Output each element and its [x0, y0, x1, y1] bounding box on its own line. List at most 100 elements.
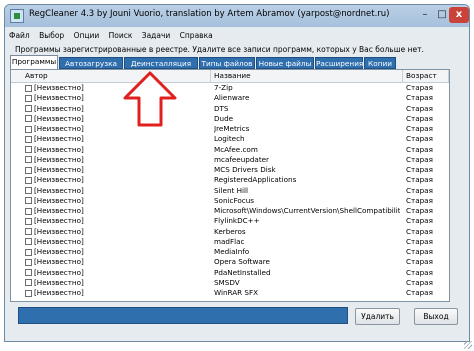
exit-button[interactable]: Выход — [414, 308, 458, 325]
table-row[interactable]: [Неизвестно] Opera Software Старая — [11, 257, 449, 267]
table-row[interactable]: [Неизвестно] WinRAR SFX Старая — [11, 288, 449, 298]
cell-author: [Неизвестно] — [34, 83, 84, 92]
table-row[interactable]: [Неизвестно] SonicFocus Старая — [11, 196, 449, 206]
tab-programs[interactable]: Программы — [10, 55, 58, 69]
cell-author: [Неизвестно] — [34, 134, 84, 144]
tab-new-files[interactable]: Новые файлы — [256, 57, 314, 69]
cell-name: RegisteredApplications — [214, 175, 297, 185]
cell-name: WinRAR SFX — [214, 288, 259, 297]
menu-options[interactable]: Опции — [74, 31, 100, 40]
table-row[interactable]: [Неизвестно] Logitech Старая — [11, 134, 449, 144]
up-arrow-icon — [123, 71, 177, 127]
tab-file-types[interactable]: Типы файлов — [199, 57, 255, 69]
row-checkbox[interactable] — [25, 125, 32, 133]
row-checkbox[interactable] — [25, 207, 32, 215]
table-row[interactable]: [Неизвестно] mcafeeupdater Старая — [11, 155, 449, 165]
table-row[interactable]: [Неизвестно] RegisteredApplications Старая — [11, 175, 449, 185]
menu-file[interactable]: Файл — [9, 31, 30, 40]
row-checkbox[interactable] — [25, 238, 32, 246]
minimize-button[interactable]: – — [416, 7, 434, 23]
row-checkbox[interactable] — [25, 146, 32, 153]
cell-age: Старая — [406, 226, 433, 236]
cell-age: Старая — [406, 113, 433, 123]
cell-name: Microsoft\Windows\CurrentVersion\ShellCo… — [214, 206, 400, 215]
column-age[interactable]: Возраст — [403, 70, 449, 82]
info-text: Программы зарегистрированные в реестре. … — [15, 45, 424, 54]
table-row[interactable]: [Неизвестно] madFlac Старая — [11, 237, 449, 247]
row-checkbox[interactable] — [25, 156, 32, 164]
tab-backups[interactable]: Копии — [364, 57, 396, 69]
table-row[interactable]: [Неизвестно] FlylinkDC++ Старая — [11, 216, 449, 226]
cell-age: Старая — [406, 288, 433, 297]
row-checkbox[interactable] — [25, 176, 32, 184]
cell-age: Старая — [406, 83, 433, 92]
cell-name: madFlac — [214, 236, 245, 246]
menu-select[interactable]: Выбор — [39, 31, 64, 40]
cell-name: Opera Software — [214, 257, 270, 267]
list-rows: [Неизвестно] 7-Zip Старая [Неизвестно] Alien… — [11, 83, 449, 298]
delete-button[interactable]: Удалить — [355, 308, 400, 325]
row-checkbox[interactable] — [25, 197, 32, 205]
cell-name: Kerberos — [214, 226, 246, 236]
table-row[interactable]: [Неизвестно] DTS Старая — [11, 104, 449, 114]
table-row[interactable]: [Неизвестно] Dude Старая — [11, 114, 449, 124]
cell-age: Старая — [406, 124, 433, 133]
row-checkbox[interactable] — [25, 289, 32, 297]
cell-name: mcafeeupdater — [214, 154, 270, 164]
row-checkbox[interactable] — [25, 228, 32, 235]
row-checkbox[interactable] — [25, 84, 32, 92]
tab-uninstall[interactable]: Деинсталляция — [124, 57, 198, 69]
cell-age: Старая — [406, 93, 433, 103]
cell-author: [Неизвестно] — [34, 267, 84, 277]
cell-author: [Неизвестно] — [34, 175, 84, 185]
close-button[interactable]: x — [449, 7, 469, 23]
cell-name: SMSDV — [214, 277, 240, 287]
tab-autorun[interactable]: Автозагрузка — [59, 57, 123, 69]
cell-author: [Неизвестно] — [34, 154, 84, 164]
cell-age: Старая — [406, 134, 433, 144]
menu-bar: Файл Выбор Опции Поиск Задачи Справка — [9, 31, 220, 43]
cell-age: Старая — [406, 144, 433, 154]
cell-age: Старая — [406, 195, 433, 205]
menu-help[interactable]: Справка — [180, 31, 213, 40]
table-row[interactable]: [Неизвестно] MCS Drivers Disk Старая — [11, 165, 449, 175]
progress-bar — [18, 307, 348, 324]
cell-name: Logitech — [214, 134, 245, 144]
table-row[interactable]: [Неизвестно] Kerberos Старая — [11, 227, 449, 237]
table-row[interactable]: [Неизвестно] SMSDV Старая — [11, 278, 449, 288]
row-checkbox[interactable] — [25, 279, 32, 287]
table-row[interactable]: [Неизвестно] JreMetrics Старая — [11, 124, 449, 134]
list-header: Автор Название Возраст — [11, 70, 449, 83]
row-checkbox[interactable] — [25, 166, 32, 174]
resize-grip-icon[interactable] — [464, 341, 472, 349]
table-row[interactable]: [Неизвестно] 7-Zip Старая — [11, 83, 449, 93]
title-bar[interactable]: RegCleaner 4.3 by Jouni Vuorio, translat… — [5, 5, 469, 27]
row-checkbox[interactable] — [25, 94, 32, 102]
row-checkbox[interactable] — [25, 248, 32, 256]
program-list[interactable]: Автор Название Возраст [Неизвестно] 7-Zip… — [10, 69, 450, 302]
cell-name: Dude — [214, 113, 234, 123]
column-name[interactable]: Название — [211, 70, 403, 82]
menu-search[interactable]: Поиск — [109, 31, 133, 40]
cell-age: Старая — [406, 216, 433, 226]
menu-tasks[interactable]: Задачи — [142, 31, 171, 40]
row-checkbox[interactable] — [25, 187, 32, 194]
row-checkbox[interactable] — [25, 135, 32, 143]
cell-name: Alienware — [214, 93, 250, 103]
row-checkbox[interactable] — [25, 269, 32, 276]
table-row[interactable]: [Неизвестно] Silent Hill Старая — [11, 186, 449, 196]
cell-author: [Неизвестно] — [34, 124, 84, 133]
table-row[interactable]: [Неизвестно] PdaNetInstalled Старая — [11, 268, 449, 278]
row-checkbox[interactable] — [25, 258, 32, 266]
row-checkbox[interactable] — [25, 217, 32, 225]
table-row[interactable]: [Неизвестно] Alienware Старая — [11, 93, 449, 103]
table-row[interactable]: [Неизвестно] Microsoft\Windows\CurrentVer… — [11, 206, 449, 216]
cell-author: [Неизвестно] — [34, 257, 84, 267]
column-author[interactable]: Автор — [11, 70, 211, 82]
cell-author: [Неизвестно] — [34, 277, 84, 287]
table-row[interactable]: [Неизвестно] MediaInfo Старая — [11, 247, 449, 257]
row-checkbox[interactable] — [25, 105, 32, 112]
tab-extensions[interactable]: Расширения — [315, 57, 363, 69]
table-row[interactable]: [Неизвестно] McAfee.com Старая — [11, 145, 449, 155]
row-checkbox[interactable] — [25, 115, 32, 123]
